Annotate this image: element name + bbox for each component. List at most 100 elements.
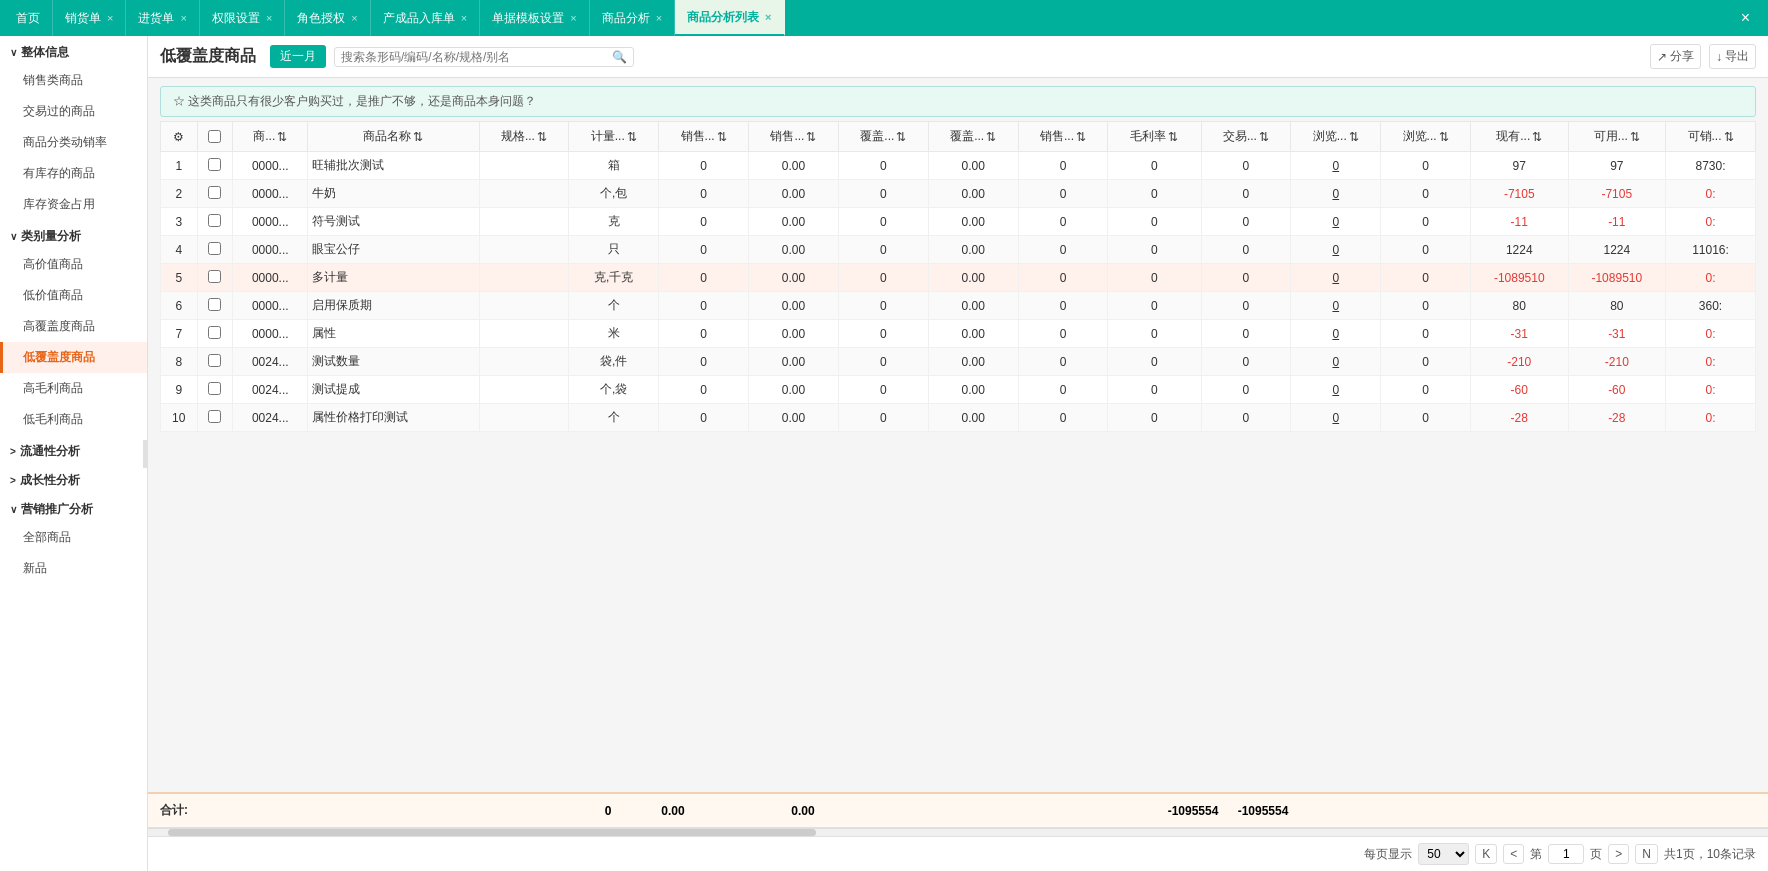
row-checkbox[interactable] (197, 236, 233, 264)
row-browse1[interactable]: 0 (1291, 208, 1381, 236)
table-row[interactable]: 10 0024... 属性价格打印测试 个 0 0.00 0 0.00 0 0 … (161, 404, 1756, 432)
close-icon[interactable]: × (656, 12, 662, 24)
row-unit: 个,包 (569, 180, 659, 208)
table-row[interactable]: 2 0000... 牛奶 个,包 0 0.00 0 0.00 0 0 0 0 0… (161, 180, 1756, 208)
next-page-button[interactable]: > (1608, 844, 1629, 864)
sidebar-item-category-sales-rate[interactable]: 商品分类动销率 (0, 127, 147, 158)
close-icon[interactable]: × (570, 12, 576, 24)
table-row[interactable]: 3 0000... 符号测试 克 0 0.00 0 0.00 0 0 0 0 0… (161, 208, 1756, 236)
sidebar-item-low-margin[interactable]: 低毛利商品 (0, 404, 147, 435)
row-no: 9 (161, 376, 198, 404)
nav-permission[interactable]: 权限设置 × (200, 0, 285, 36)
sidebar-item-new-goods[interactable]: 新品 (0, 553, 147, 584)
col-current[interactable]: 现有...⇅ (1471, 122, 1569, 152)
table-row[interactable]: 6 0000... 启用保质期 个 0 0.00 0 0.00 0 0 0 0 … (161, 292, 1756, 320)
close-icon[interactable]: × (351, 12, 357, 24)
table-row[interactable]: 9 0024... 测试提成 个,袋 0 0.00 0 0.00 0 0 0 0… (161, 376, 1756, 404)
row-checkbox[interactable] (197, 292, 233, 320)
row-checkbox[interactable] (197, 264, 233, 292)
row-checkbox[interactable] (197, 208, 233, 236)
row-browse1[interactable]: 0 (1291, 348, 1381, 376)
nav-sales-order[interactable]: 销货单 × (53, 0, 126, 36)
row-browse1[interactable]: 0 (1291, 404, 1381, 432)
sidebar-item-traded-goods[interactable]: 交易过的商品 (0, 96, 147, 127)
row-browse1[interactable]: 0 (1291, 152, 1381, 180)
row-browse1[interactable]: 0 (1291, 376, 1381, 404)
row-browse1[interactable]: 0 (1291, 180, 1381, 208)
window-close-button[interactable]: × (1727, 0, 1764, 36)
table-row[interactable]: 8 0024... 测试数量 袋,件 0 0.00 0 0.00 0 0 0 0… (161, 348, 1756, 376)
nav-home[interactable]: 首页 (4, 0, 53, 36)
col-unit[interactable]: 计量...⇅ (569, 122, 659, 152)
col-name[interactable]: 商品名称⇅ (308, 122, 479, 152)
sidebar-item-low-coverage[interactable]: 低覆盖度商品 (0, 342, 147, 373)
close-icon[interactable]: × (180, 12, 186, 24)
close-icon[interactable]: × (765, 11, 771, 23)
row-checkbox[interactable] (197, 320, 233, 348)
col-code[interactable]: 商...⇅ (233, 122, 308, 152)
col-sales-amt[interactable]: 销售...⇅ (749, 122, 839, 152)
select-all-checkbox[interactable] (208, 130, 221, 143)
table-row[interactable]: 1 0000... 旺辅批次测试 箱 0 0.00 0 0.00 0 0 0 0… (161, 152, 1756, 180)
col-available[interactable]: 可用...⇅ (1568, 122, 1666, 152)
page-size-select[interactable]: 50 20 100 (1418, 843, 1469, 865)
col-sales-qty[interactable]: 销售...⇅ (659, 122, 749, 152)
sidebar-item-all-goods[interactable]: 全部商品 (0, 522, 147, 553)
row-checkbox[interactable] (197, 404, 233, 432)
col-settings[interactable]: ⚙ (161, 122, 198, 152)
nav-purchase-order[interactable]: 进货单 × (126, 0, 199, 36)
table-row[interactable]: 7 0000... 属性 米 0 0.00 0 0.00 0 0 0 0 0 -… (161, 320, 1756, 348)
table-row[interactable]: 4 0000... 眼宝公仔 只 0 0.00 0 0.00 0 0 0 0 0… (161, 236, 1756, 264)
row-checkbox[interactable] (197, 152, 233, 180)
col-coverage2[interactable]: 覆盖...⇅ (928, 122, 1018, 152)
sidebar-item-sales-goods[interactable]: 销售类商品 (0, 65, 147, 96)
nav-product-warehouse[interactable]: 产成品入库单 × (371, 0, 480, 36)
close-icon[interactable]: × (266, 12, 272, 24)
search-icon[interactable]: 🔍 (612, 50, 627, 64)
row-checkbox[interactable] (197, 376, 233, 404)
page-number-input[interactable] (1548, 844, 1584, 864)
col-coverage1[interactable]: 覆盖...⇅ (838, 122, 928, 152)
sidebar-section-category[interactable]: ∨ 类别量分析 (0, 220, 147, 249)
sidebar-section-liquidity[interactable]: > 流通性分析 (0, 435, 147, 464)
last-page-button[interactable]: N (1635, 844, 1658, 864)
sidebar-section-growth[interactable]: > 成长性分析 (0, 464, 147, 493)
col-spec[interactable]: 规格...⇅ (479, 122, 569, 152)
sidebar-item-high-margin[interactable]: 高毛利商品 (0, 373, 147, 404)
close-icon[interactable]: × (461, 12, 467, 24)
export-button[interactable]: ↓ 导出 (1709, 44, 1756, 69)
nav-template-settings[interactable]: 单据模板设置 × (480, 0, 589, 36)
sidebar-item-low-value[interactable]: 低价值商品 (0, 280, 147, 311)
sidebar-section-overall[interactable]: ∨ 整体信息 (0, 36, 147, 65)
col-browse1[interactable]: 浏览...⇅ (1291, 122, 1381, 152)
sidebar-item-stocked-goods[interactable]: 有库存的商品 (0, 158, 147, 189)
share-button[interactable]: ↗ 分享 (1650, 44, 1701, 69)
close-icon[interactable]: × (107, 12, 113, 24)
col-sellable[interactable]: 可销...⇅ (1666, 122, 1756, 152)
col-trade[interactable]: 交易...⇅ (1201, 122, 1291, 152)
row-checkbox[interactable] (197, 348, 233, 376)
col-gross[interactable]: 毛利率⇅ (1108, 122, 1201, 152)
prev-page-button[interactable]: < (1503, 844, 1524, 864)
search-input[interactable] (341, 50, 608, 64)
nav-goods-analysis-list[interactable]: 商品分析列表 × (675, 0, 784, 36)
sidebar-item-high-coverage[interactable]: 高覆盖度商品 (0, 311, 147, 342)
row-checkbox[interactable] (197, 180, 233, 208)
table-row[interactable]: 5 0000... 多计量 克,千克 0 0.00 0 0.00 0 0 0 0… (161, 264, 1756, 292)
row-browse1[interactable]: 0 (1291, 320, 1381, 348)
sidebar-item-inventory-funds[interactable]: 库存资金占用 (0, 189, 147, 220)
first-page-button[interactable]: K (1475, 844, 1497, 864)
sidebar-toggle-button[interactable]: « (143, 440, 148, 468)
sidebar-item-high-value[interactable]: 高价值商品 (0, 249, 147, 280)
period-button[interactable]: 近一月 (270, 45, 326, 68)
nav-role-auth[interactable]: 角色授权 × (285, 0, 370, 36)
col-checkbox[interactable] (197, 122, 233, 152)
sidebar-section-marketing[interactable]: ∨ 营销推广分析 (0, 493, 147, 522)
col-sales3[interactable]: 销售...⇅ (1018, 122, 1108, 152)
row-browse1[interactable]: 0 (1291, 292, 1381, 320)
nav-goods-analysis[interactable]: 商品分析 × (590, 0, 675, 36)
row-browse1[interactable]: 0 (1291, 236, 1381, 264)
data-table-wrap[interactable]: ⚙ 商...⇅ 商品名称⇅ 规格...⇅ 计量...⇅ 销售...⇅ 销售...… (160, 121, 1756, 792)
row-browse1[interactable]: 0 (1291, 264, 1381, 292)
col-browse2[interactable]: 浏览...⇅ (1381, 122, 1471, 152)
